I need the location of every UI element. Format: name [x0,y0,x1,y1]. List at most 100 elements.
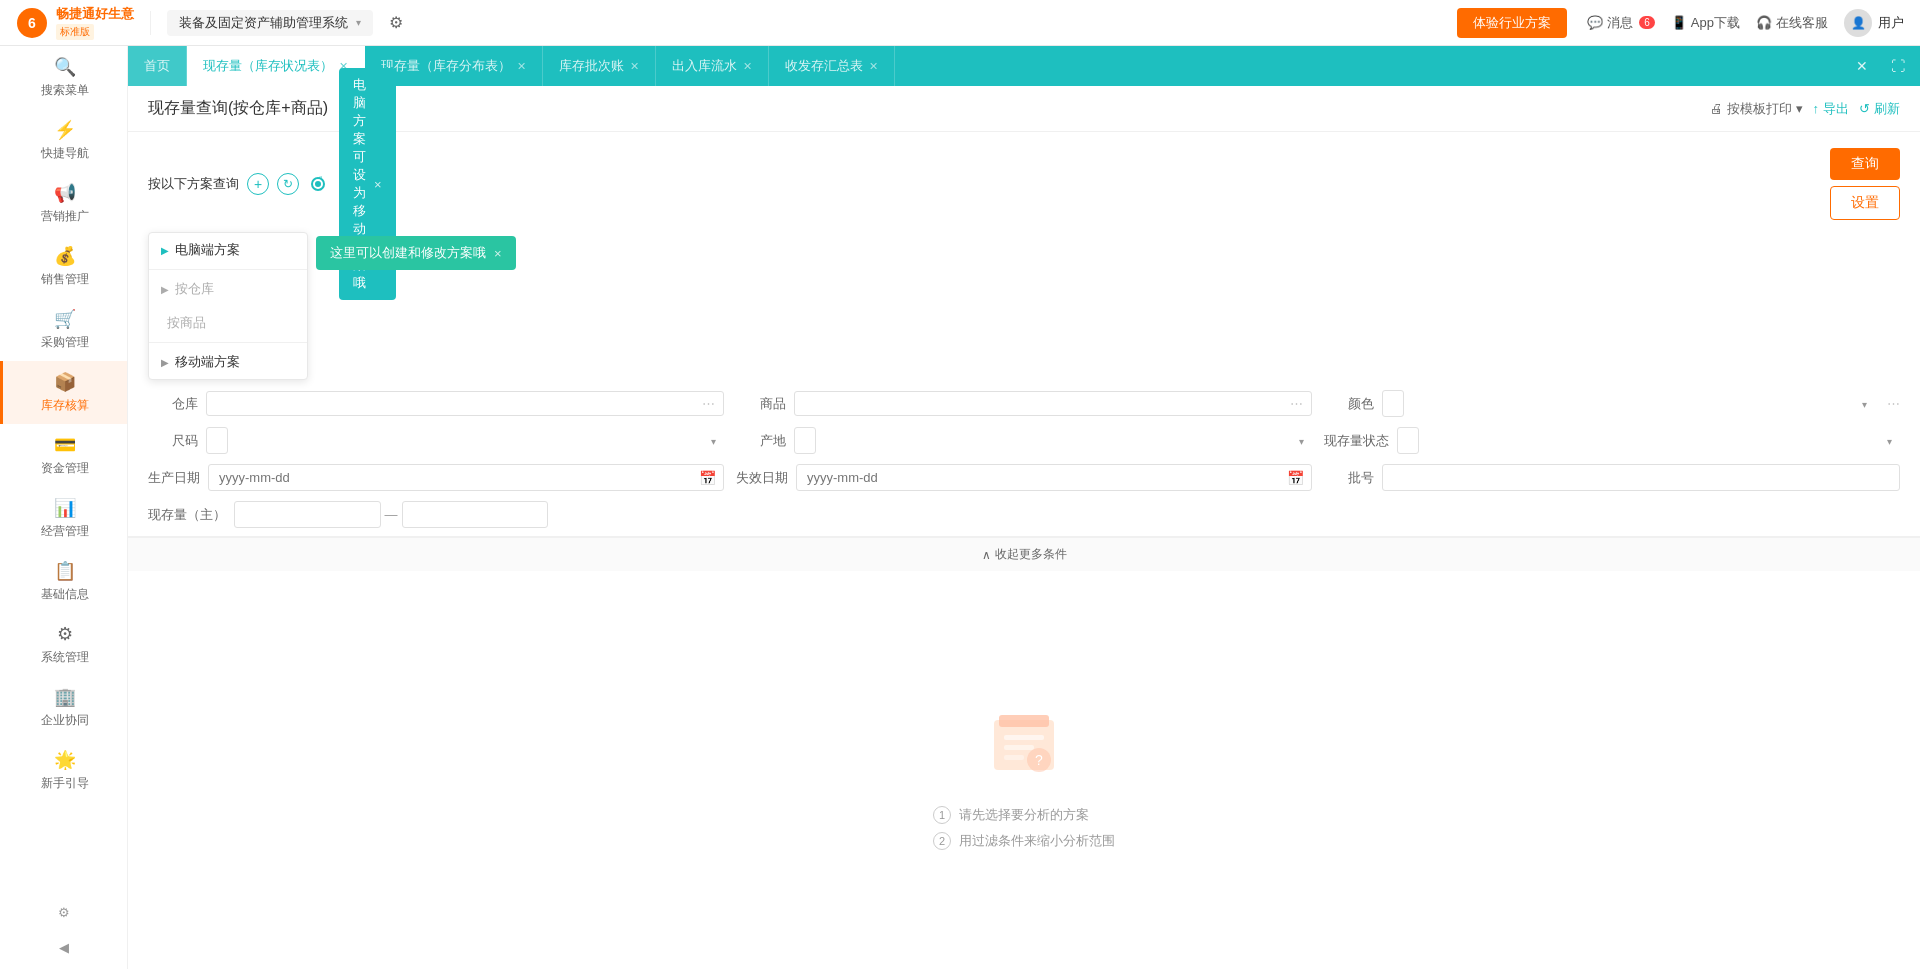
sidebar-icon-newbie: 🌟 [54,749,76,771]
sidebar-item-sales[interactable]: 💰 销售管理 [0,235,127,298]
expire-date-from-input[interactable] [796,464,1312,491]
scheme-expand-icon: ▶ [161,245,169,256]
size-select[interactable] [206,427,228,454]
tab-close-inout-flow[interactable]: ✕ [743,60,752,73]
collapse-filters-button[interactable]: ∧ 收起更多条件 [128,537,1920,571]
empty-illustration: ? [974,690,1074,790]
batch-input[interactable] [1382,464,1900,491]
filter-field-size: 尺码 [148,427,724,454]
sidebar-label-system: 系统管理 [41,649,89,666]
scheme-pc[interactable]: ▶ 电脑端方案 [149,233,307,267]
sidebar-item-basic-info[interactable]: 📋 基础信息 [0,550,127,613]
system-dropdown-arrow: ▾ [356,17,361,28]
main-area: 🔍 搜索菜单 ⚡ 快捷导航 📢 营销推广 💰 销售管理 🛒 采购管理 📦 库存核… [0,46,1920,969]
stock-qty-from-input[interactable] [234,501,381,528]
notification-icon: 💬 [1587,15,1603,30]
sidebar-item-operations[interactable]: 📊 经营管理 [0,487,127,550]
sidebar-item-newbie[interactable]: 🌟 新手引导 [0,739,127,802]
sidebar-icon-search: 🔍 [54,56,76,78]
user-area[interactable]: 👤 用户 [1844,9,1904,37]
color-more-icon[interactable]: ⋯ [1887,396,1900,411]
tab-close-icon[interactable]: ✕ [1848,52,1876,80]
export-button[interactable]: ↑ 导出 [1813,100,1850,118]
tab-maximize-icon[interactable]: ⛶ [1884,52,1912,80]
stock-qty-to-input[interactable] [402,501,549,528]
warehouse-more-icon[interactable]: ⋯ [702,396,715,411]
sidebar-item-system[interactable]: ⚙ 系统管理 [0,613,127,676]
avatar: 👤 [1844,9,1872,37]
sidebar-icon-marketing: 📢 [54,182,76,204]
color-select[interactable] [1382,390,1404,417]
sidebar-collapse-btn[interactable]: ◀ [8,934,119,961]
sidebar-icon-basic-info: 📋 [54,560,76,582]
logo-icon: 6 [16,7,48,39]
collapse-icon: ∧ [982,548,991,562]
prod-date-from-input[interactable] [208,464,724,491]
sidebar-icon-finance: 💳 [54,434,76,456]
tab-recv-summary[interactable]: 收发存汇总表✕ [769,46,895,86]
online-service-item[interactable]: 🎧 在线客服 [1756,14,1828,32]
sidebar-item-inventory[interactable]: 📦 库存核算 [0,361,127,424]
top-bar: 6 畅捷通好生意 标准版 装备及固定资产辅助管理系统 ▾ ⚙ 体验行业方案 💬 … [0,0,1920,46]
tab-label-inventory-dist: 现存量（库存分布表） [381,57,511,75]
scheme-mobile[interactable]: ▶ 移动端方案 [149,345,307,379]
scheme-item-1[interactable]: ▶ 按仓库 [149,272,307,306]
expire-date-cal-icon[interactable]: 📅 [1287,470,1304,486]
tab-inout-flow[interactable]: 出入库流水✕ [656,46,769,86]
origin-select[interactable] [794,427,816,454]
svg-text:?: ? [1035,752,1043,768]
sidebar-label-sales: 销售管理 [41,271,89,288]
app-download-item[interactable]: 📱 App下载 [1671,14,1740,32]
prod-date-cal-icon[interactable]: 📅 [699,470,716,486]
sidebar-icon-operations: 📊 [54,497,76,519]
scheme-dropdown: ▶ 电脑端方案 ▶ 按仓库 按商品 [148,232,308,380]
system-selector[interactable]: 装备及固定资产辅助管理系统 ▾ [167,10,373,36]
tooltip2-close[interactable]: × [494,246,502,261]
sidebar-item-marketing[interactable]: 📢 营销推广 [0,172,127,235]
filter-add-button[interactable]: + [247,173,269,195]
settings-icon[interactable]: ⚙ [389,13,403,32]
sidebar-item-search[interactable]: 🔍 搜索菜单 [0,46,127,109]
stock-status-select[interactable] [1397,427,1419,454]
filter-row-3: 生产日期 📅 失效日期 📅 [148,464,1900,491]
sidebar-item-finance[interactable]: 💳 资金管理 [0,424,127,487]
sidebar-item-quick-nav[interactable]: ⚡ 快捷导航 [0,109,127,172]
trial-button[interactable]: 体验行业方案 [1457,8,1567,38]
logo-area: 6 畅捷通好生意 标准版 装备及固定资产辅助管理系统 ▾ ⚙ [16,5,403,40]
tab-close-recv-summary[interactable]: ✕ [869,60,878,73]
sidebar-settings-btn[interactable]: ⚙ [8,899,119,926]
tab-bar-actions: ✕ ⛶ [1848,52,1920,80]
sidebar-icon-sales: 💰 [54,245,76,267]
filter-field-stock-status: 现存量状态 [1324,427,1900,454]
refresh-icon: ↺ [1859,101,1870,116]
refresh-button[interactable]: ↺ 刷新 [1859,100,1900,118]
sidebar-label-quick-nav: 快捷导航 [41,145,89,162]
tooltip-scheme-create: 这里可以创建和修改方案哦 × [316,236,516,270]
tab-home[interactable]: 首页 [128,46,187,86]
page-actions: 🖨 按模板打印 ▾ ↑ 导出 ↺ 刷新 [1710,100,1901,118]
tab-batch-ledger[interactable]: 库存批次账✕ [543,46,656,86]
tab-label-home: 首页 [144,57,170,75]
tab-close-batch-ledger[interactable]: ✕ [630,60,639,73]
setup-button[interactable]: 设置 [1830,186,1900,220]
query-button[interactable]: 查询 [1830,148,1900,180]
scheme-pc-label: 电脑端方案 [175,241,240,259]
app-download-label: App下载 [1691,14,1740,32]
system-name: 装备及固定资产辅助管理系统 [179,14,348,32]
scheme-item-2[interactable]: 按商品 [149,306,307,340]
filter-cycle-button[interactable]: ↻ [277,173,299,195]
filter-area: 按以下方案查询 + ↻ 《 电脑方案可设为移动方案哦 × 查询 [128,132,1920,537]
sidebar-item-purchase[interactable]: 🛒 采购管理 [0,298,127,361]
stock-qty-range: — [234,501,548,528]
sidebar-item-enterprise[interactable]: 🏢 企业协同 [0,676,127,739]
logo-text: 畅捷通好生意 标准版 [56,5,134,40]
query-actions: 查询 设置 [1830,148,1900,220]
svg-rect-3 [999,715,1049,727]
tooltip1-close[interactable]: × [374,177,382,192]
print-button[interactable]: 🖨 按模板打印 ▾ [1710,100,1803,118]
tip-num-1: 1 [933,806,951,824]
tab-close-inventory-dist[interactable]: ✕ [517,60,526,73]
filter-field-color: 颜色 ⋯ [1324,390,1900,417]
notification-item[interactable]: 💬 消息 6 [1587,14,1655,32]
goods-more-icon[interactable]: ⋯ [1290,396,1303,411]
